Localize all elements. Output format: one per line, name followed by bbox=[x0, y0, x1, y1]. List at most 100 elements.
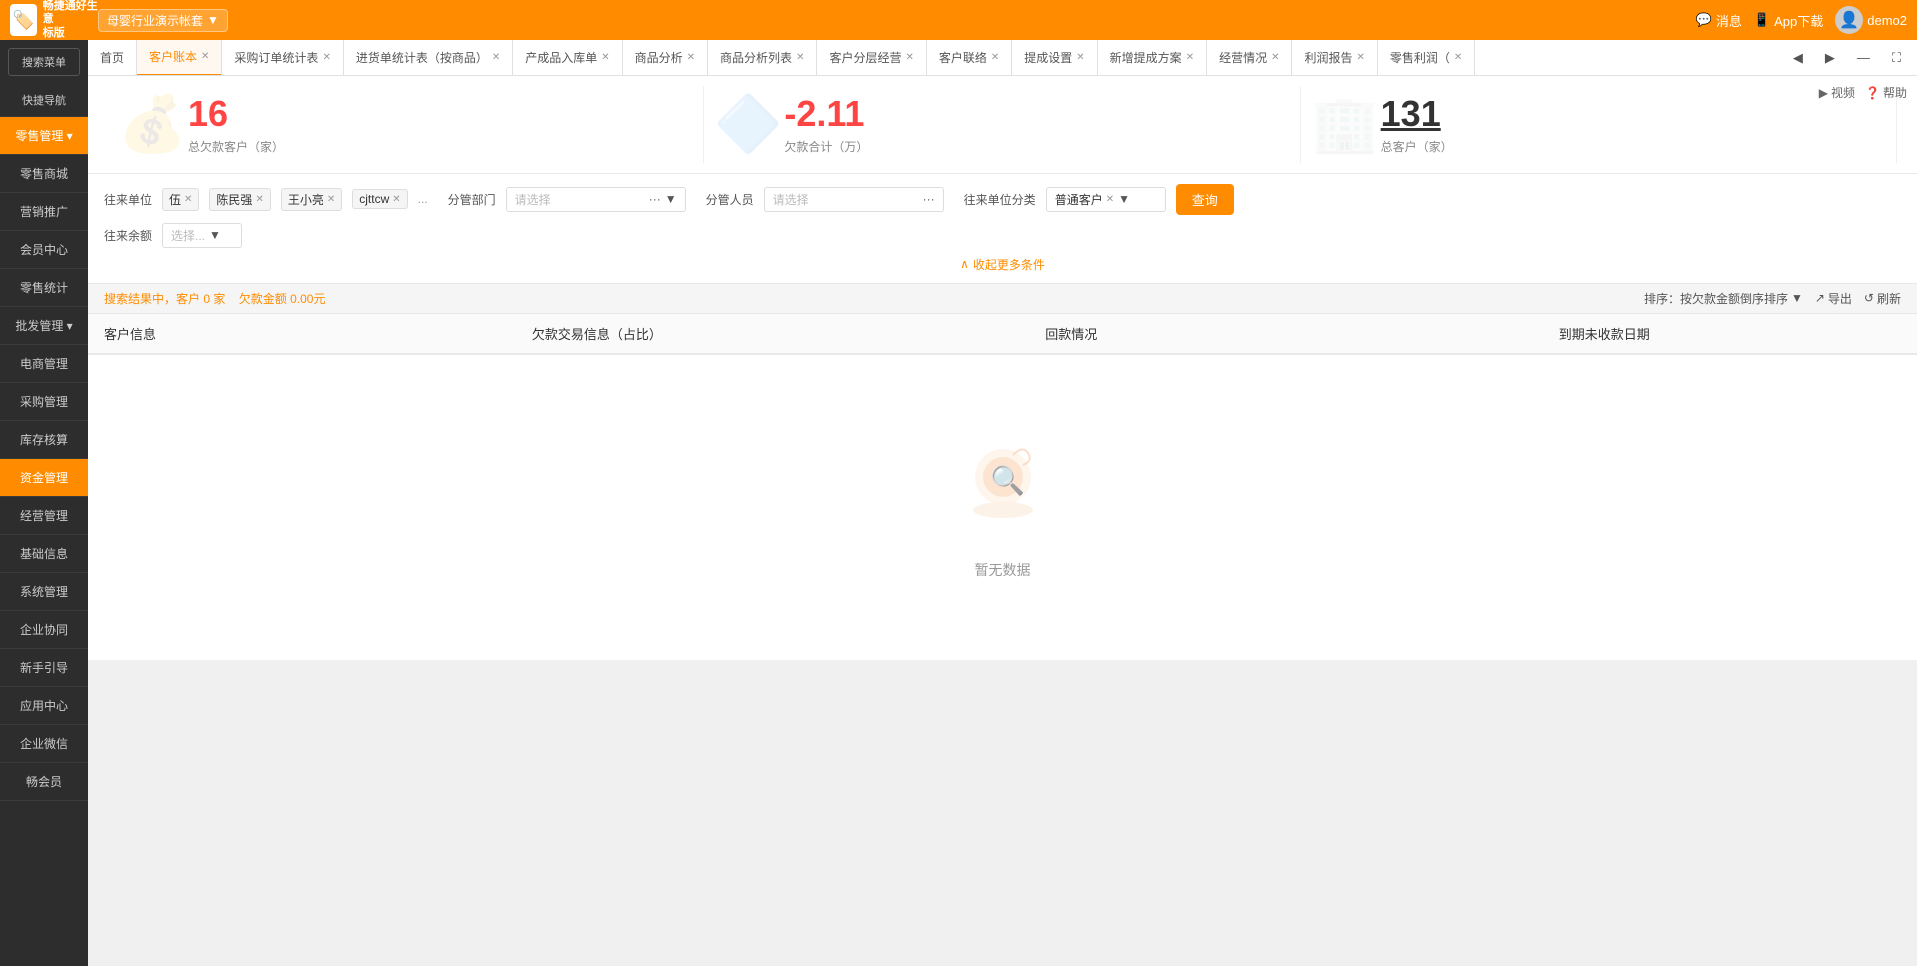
collapse-filter-btn[interactable]: ∧ 收起更多条件 bbox=[104, 256, 1901, 273]
dept-label: 分管部门 bbox=[448, 191, 496, 208]
sidebar-item-vip[interactable]: 畅会员 bbox=[0, 763, 88, 801]
filter-tag-category: 普通客户 ✕ bbox=[1055, 191, 1114, 208]
tab-close-1[interactable]: ✕ bbox=[322, 52, 330, 63]
tab-add-commission[interactable]: 新增提成方案 ✕ bbox=[1098, 40, 1207, 76]
chevron-down-dept: ▼ bbox=[665, 192, 677, 206]
sidebar-item-purchase[interactable]: 采购管理 bbox=[0, 383, 88, 421]
stats-panel: 💰 16 总欠款客户（家） 🔷 -2.11 欠款合计（万） 🏢 131 bbox=[88, 76, 1917, 174]
person-selector[interactable]: 请选择 ··· bbox=[764, 187, 944, 212]
video-btn[interactable]: ▶ 视频 bbox=[1819, 84, 1855, 101]
dept-selector[interactable]: 请选择 ··· ▼ bbox=[506, 187, 686, 212]
category-selector[interactable]: 普通客户 ✕ ▼ bbox=[1046, 187, 1166, 212]
tab-minimize-btn[interactable]: — bbox=[1849, 40, 1878, 76]
stat-total-debt: 🔷 -2.11 欠款合计（万） bbox=[704, 86, 1300, 163]
query-button[interactable]: 查询 bbox=[1176, 184, 1234, 215]
sidebar-item-app-center[interactable]: 应用中心 bbox=[0, 687, 88, 725]
tab-close-customer-ledger[interactable]: ✕ bbox=[201, 51, 209, 62]
sort-selector[interactable]: 排序：按欠款金额倒序排序 ▼ bbox=[1644, 290, 1803, 307]
tab-purchase-order-stats[interactable]: 采购订单统计表 ✕ bbox=[222, 40, 343, 76]
tab-profit-report[interactable]: 利润报告 ✕ bbox=[1292, 40, 1377, 76]
result-info: 搜索结果中，客户 0 家 欠款金额 0.00元 bbox=[104, 290, 325, 307]
help-btn[interactable]: ❓ 帮助 bbox=[1865, 84, 1907, 101]
sidebar-item-member-center[interactable]: 会员中心 bbox=[0, 231, 88, 269]
filter-row-1: 往来单位 伍 ✕ 陈民强 ✕ 王小亮 ✕ bbox=[104, 184, 1901, 215]
remove-unit-2[interactable]: ✕ bbox=[327, 194, 335, 205]
sidebar-item-system[interactable]: 系统管理 bbox=[0, 573, 88, 611]
main-layout: 搜索菜单 快捷导航 零售管理 ▾ 零售商城 营销推广 会员中心 零售统计 批发管… bbox=[0, 40, 1917, 966]
tab-customer-segment[interactable]: 客户分层经营 ✕ bbox=[817, 40, 926, 76]
tab-bar: 首页 客户账本 ✕ 采购订单统计表 ✕ 进货单统计表（按商品） ✕ 产成品入库单… bbox=[88, 40, 1917, 76]
remove-unit-1[interactable]: ✕ bbox=[255, 194, 263, 205]
sidebar-item-ecommerce[interactable]: 电商管理 bbox=[0, 345, 88, 383]
tab-customer-ledger[interactable]: 客户账本 ✕ bbox=[137, 40, 222, 76]
tab-stock-stats[interactable]: 进货单统计表（按商品） ✕ bbox=[344, 40, 513, 76]
export-btn[interactable]: ↗ 导出 bbox=[1815, 290, 1852, 307]
tab-commission-settings[interactable]: 提成设置 ✕ bbox=[1012, 40, 1097, 76]
app-download-btn[interactable]: 📱 App下载 bbox=[1754, 11, 1823, 30]
tab-close-8[interactable]: ✕ bbox=[1076, 52, 1084, 63]
remove-category-0[interactable]: ✕ bbox=[1106, 194, 1114, 205]
tab-close-11[interactable]: ✕ bbox=[1357, 52, 1365, 63]
sidebar-item-retail-mgmt[interactable]: 零售管理 ▾ bbox=[0, 117, 88, 155]
sidebar-item-retail-mall[interactable]: 零售商城 bbox=[0, 155, 88, 193]
data-table: 客户信息 欠款交易信息（占比） 回款情况 到期未收款日期 🔍 bbox=[88, 314, 1917, 660]
search-menu-btn[interactable]: 搜索菜单 bbox=[8, 48, 80, 76]
filter-tag-unit-1: 陈民强 ✕ bbox=[209, 188, 270, 211]
filter-more-units[interactable]: ... bbox=[418, 192, 428, 206]
download-icon: 📱 bbox=[1754, 12, 1770, 28]
balance-label: 往来余额 bbox=[104, 227, 152, 244]
sidebar-item-enterprise-collab[interactable]: 企业协同 bbox=[0, 611, 88, 649]
user-profile[interactable]: 👤 demo2 bbox=[1835, 6, 1907, 34]
tab-close-10[interactable]: ✕ bbox=[1271, 52, 1279, 63]
tab-home[interactable]: 首页 bbox=[88, 40, 137, 76]
quick-nav-btn[interactable]: 快捷导航 bbox=[0, 84, 88, 117]
tab-retail-profit[interactable]: 零售利润（ ✕ bbox=[1378, 40, 1475, 76]
sidebar-item-wholesale-mgmt[interactable]: 批发管理 ▾ bbox=[0, 307, 88, 345]
remove-unit-3[interactable]: ✕ bbox=[392, 194, 400, 205]
tab-close-5[interactable]: ✕ bbox=[796, 52, 804, 63]
balance-selector[interactable]: 选择... ▼ bbox=[162, 223, 242, 248]
filter-tag-unit-2: 王小亮 ✕ bbox=[281, 188, 342, 211]
tab-product-analysis-list[interactable]: 商品分析列表 ✕ bbox=[708, 40, 817, 76]
workspace-selector[interactable]: 母婴行业演示帐套 ▼ bbox=[98, 9, 228, 32]
sidebar-item-newbie-guide[interactable]: 新手引导 bbox=[0, 649, 88, 687]
tab-next-btn[interactable]: ▶ bbox=[1817, 40, 1843, 76]
tab-close-7[interactable]: ✕ bbox=[991, 52, 999, 63]
filter-tag-unit-0: 伍 ✕ bbox=[162, 188, 199, 211]
tab-product-analysis[interactable]: 商品分析 ✕ bbox=[623, 40, 708, 76]
tab-close-2[interactable]: ✕ bbox=[492, 52, 500, 63]
stat-total-customers: 💰 16 总欠款客户（家） bbox=[108, 86, 704, 163]
tab-close-4[interactable]: ✕ bbox=[687, 52, 695, 63]
page-content: 💰 16 总欠款客户（家） 🔷 -2.11 欠款合计（万） 🏢 131 bbox=[88, 76, 1917, 966]
tab-maximize-btn[interactable]: ⛶ bbox=[1884, 40, 1909, 76]
filter-area: 往来单位 伍 ✕ 陈民强 ✕ 王小亮 ✕ bbox=[88, 174, 1917, 284]
tab-customer-contact[interactable]: 客户联络 ✕ bbox=[927, 40, 1012, 76]
sidebar-item-retail-stats[interactable]: 零售统计 bbox=[0, 269, 88, 307]
tab-close-12[interactable]: ✕ bbox=[1454, 52, 1462, 63]
remove-unit-0[interactable]: ✕ bbox=[184, 194, 192, 205]
category-label: 往来单位分类 bbox=[964, 191, 1036, 208]
chevron-up-icon: ∧ bbox=[960, 257, 969, 271]
stat-value-all-customers: 131 bbox=[1381, 94, 1441, 134]
tab-prev-btn[interactable]: ◀ bbox=[1785, 40, 1811, 76]
tab-operation-status[interactable]: 经营情况 ✕ bbox=[1207, 40, 1292, 76]
stat-label-all-customers: 总客户（家） bbox=[1381, 138, 1453, 155]
sidebar-item-finance[interactable]: 资金管理 bbox=[0, 459, 88, 497]
tab-close-9[interactable]: ✕ bbox=[1186, 52, 1194, 63]
sidebar-item-basic-info[interactable]: 基础信息 bbox=[0, 535, 88, 573]
sidebar-item-marketing[interactable]: 营销推广 bbox=[0, 193, 88, 231]
tab-close-3[interactable]: ✕ bbox=[601, 52, 609, 63]
stat-value-customers: 16 bbox=[188, 94, 228, 134]
chevron-down-category: ▼ bbox=[1118, 192, 1130, 206]
tab-close-6[interactable]: ✕ bbox=[905, 52, 913, 63]
sidebar-item-enterprise-wechat[interactable]: 企业微信 bbox=[0, 725, 88, 763]
empty-state: 🔍 暂无数据 bbox=[88, 355, 1917, 660]
col-header-debt: 欠款交易信息（占比） bbox=[532, 324, 1045, 343]
message-btn[interactable]: 💬 消息 bbox=[1696, 11, 1742, 30]
refresh-btn[interactable]: ↺ 刷新 bbox=[1864, 290, 1901, 307]
tab-product-instock[interactable]: 产成品入库单 ✕ bbox=[513, 40, 622, 76]
stat-panel-actions: ▶ 视频 ❓ 帮助 bbox=[1819, 84, 1907, 101]
sidebar-item-operation[interactable]: 经营管理 bbox=[0, 497, 88, 535]
result-actions: 排序：按欠款金额倒序排序 ▼ ↗ 导出 ↺ 刷新 bbox=[1644, 290, 1901, 307]
sidebar-item-inventory[interactable]: 库存核算 bbox=[0, 421, 88, 459]
